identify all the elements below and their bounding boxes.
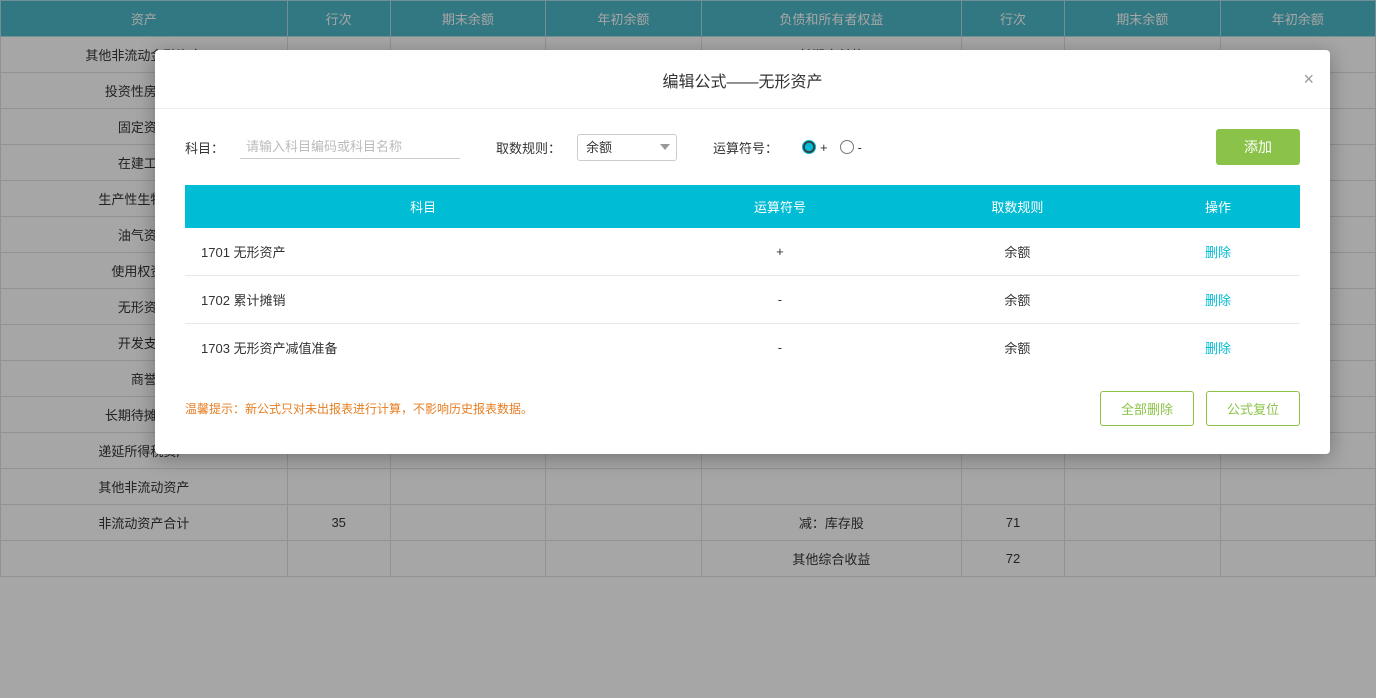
radio-minus-label: - [858,140,862,155]
footer-buttons: 全部删除 公式复位 [1100,391,1300,426]
modal-footer: 温馨提示：新公式只对未出报表进行计算，不影响历史报表数据。 全部删除 公式复位 [155,371,1330,430]
cell-action: 删除 [1136,324,1300,372]
rule-label: 取数规则： [496,138,561,157]
delete-row-button[interactable]: 删除 [1205,341,1231,356]
th-action: 操作 [1136,185,1300,228]
rule-select-wrap: 余额 借方 贷方 借方发生额 贷方发生额 [577,134,677,161]
add-button[interactable]: 添加 [1216,129,1300,165]
operator-radio-group: + - [802,140,862,155]
delete-row-button[interactable]: 删除 [1205,245,1231,260]
delete-row-button[interactable]: 删除 [1205,293,1231,308]
cell-operator: + [661,228,898,276]
th-subject: 科目 [185,185,661,228]
th-operator: 运算符号 [661,185,898,228]
delete-all-button[interactable]: 全部删除 [1100,391,1194,426]
table-row: 1703 无形资产减值准备-余额 删除 [185,324,1300,372]
th-rule: 取数规则 [899,185,1136,228]
modal-title: 编辑公式——无形资产 [662,68,822,92]
cell-rule: 余额 [899,276,1136,324]
cell-operator: - [661,324,898,372]
edit-formula-modal: 编辑公式——无形资产 × 科目： 取数规则： 余额 借方 贷方 借方发生额 贷方… [155,50,1330,454]
table-row: 1702 累计摊销-余额 删除 [185,276,1300,324]
subject-input[interactable] [240,135,460,159]
modal-header: 编辑公式——无形资产 × [155,50,1330,109]
cell-rule: 余额 [899,324,1136,372]
cell-subject: 1701 无形资产 [185,228,661,276]
cell-operator: - [661,276,898,324]
radio-minus[interactable]: - [840,140,862,155]
radio-plus-label: + [820,140,828,155]
table-row: 1701 无形资产+余额 删除 [185,228,1300,276]
data-table-wrap: 科目 运算符号 取数规则 操作 1701 无形资产+余额删除1702 累计摊销-… [185,185,1300,371]
subject-label: 科目： [185,138,224,157]
cell-action: 删除 [1136,228,1300,276]
formula-table: 科目 运算符号 取数规则 操作 1701 无形资产+余额删除1702 累计摊销-… [185,185,1300,371]
operator-label: 运算符号： [713,138,778,157]
cell-action: 删除 [1136,276,1300,324]
cell-rule: 余额 [899,228,1136,276]
formula-form-row: 科目： 取数规则： 余额 借方 贷方 借方发生额 贷方发生额 运算符号： + -… [155,109,1330,185]
modal-close-button[interactable]: × [1303,70,1314,88]
cell-subject: 1702 累计摊销 [185,276,661,324]
reset-formula-button[interactable]: 公式复位 [1206,391,1300,426]
hint-text: 温馨提示：新公式只对未出报表进行计算，不影响历史报表数据。 [185,400,533,417]
rule-select[interactable]: 余额 借方 贷方 借方发生额 贷方发生额 [577,134,677,161]
radio-plus[interactable]: + [802,140,828,155]
cell-subject: 1703 无形资产减值准备 [185,324,661,372]
